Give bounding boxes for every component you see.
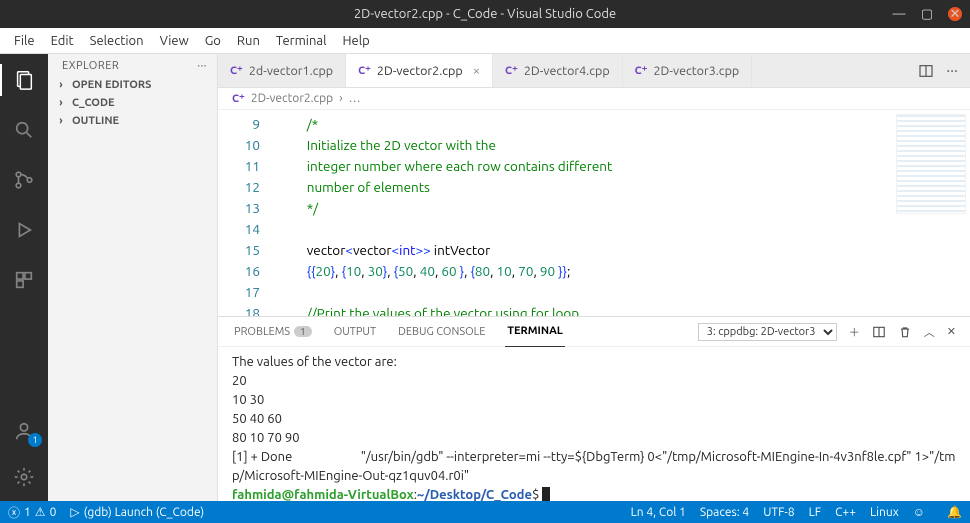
minimize-icon[interactable]: — — [892, 7, 906, 21]
search-icon[interactable] — [0, 112, 48, 148]
breadcrumb-tail: … — [349, 92, 361, 105]
run-debug-icon[interactable] — [0, 212, 48, 248]
breadcrumb[interactable]: C⁺ 2D-vector2.cpp › … — [218, 88, 970, 110]
close-tab-icon[interactable]: × — [473, 64, 480, 78]
editor-tab[interactable]: C⁺ 2D-vector2.cpp × — [346, 54, 493, 87]
editor-tab[interactable]: C⁺ 2D-vector4.cpp — [493, 54, 623, 87]
kill-terminal-icon[interactable] — [898, 325, 912, 339]
editor-tabs: C⁺ 2d-vector1.cpp C⁺ 2D-vector2.cpp × C⁺ 2D-ve… — [218, 54, 970, 88]
window-title: 2D-vector2.cpp - C_Code - Visual Studio … — [354, 7, 616, 21]
cpp-file-icon: C⁺ — [358, 64, 371, 77]
tab-problems[interactable]: PROBLEMS 1 — [232, 317, 314, 347]
chevron-right-icon: › — [54, 79, 68, 91]
source-control-icon[interactable] — [0, 162, 48, 198]
menu-terminal[interactable]: Terminal — [268, 34, 335, 48]
menu-view[interactable]: View — [152, 34, 197, 48]
account-icon[interactable]: 1 — [0, 413, 48, 449]
status-position[interactable]: Ln 4, Col 1 — [631, 506, 686, 519]
sidebar-more-icon[interactable]: ··· — [197, 60, 207, 72]
cpp-file-icon: C⁺ — [635, 64, 648, 77]
problems-count: 1 — [294, 326, 312, 337]
notifications-icon[interactable]: 🔔 — [947, 505, 962, 519]
maximize-panel-icon[interactable]: ︿ — [924, 324, 935, 340]
chevron-right-icon: › — [54, 115, 68, 127]
sidebar-title: EXPLORER — [62, 60, 119, 72]
status-spaces[interactable]: Spaces: 4 — [700, 506, 749, 519]
split-editor-icon[interactable] — [918, 63, 934, 79]
extensions-icon[interactable] — [0, 262, 48, 298]
status-encoding[interactable]: UTF-8 — [763, 506, 794, 519]
code-editor[interactable]: 910111213141516171819 /* Initialize the … — [218, 110, 970, 316]
tab-output[interactable]: OUTPUT — [332, 317, 378, 347]
terminal-cursor — [542, 487, 550, 501]
feedback-icon[interactable]: ☺ — [913, 505, 925, 519]
status-eol[interactable]: LF — [809, 506, 821, 519]
split-terminal-icon[interactable] — [872, 325, 886, 339]
activity-bar: 1 — [0, 54, 48, 501]
close-panel-icon[interactable]: ✕ — [947, 325, 956, 338]
status-errors[interactable]: ⓧ 1 ⚠ 0 — [8, 504, 56, 521]
sidebar-section[interactable]: ›C_CODE — [48, 94, 217, 112]
explorer-icon[interactable] — [0, 62, 48, 98]
status-os[interactable]: Linux — [870, 506, 899, 519]
cpp-file-icon: C⁺ — [505, 64, 518, 77]
bottom-panel: PROBLEMS 1 OUTPUT DEBUG CONSOLE TERMINAL… — [218, 316, 970, 501]
menu-bar: FileEditSelectionViewGoRunTerminalHelp — [0, 28, 970, 54]
menu-help[interactable]: Help — [334, 34, 377, 48]
tab-label: 2d-vector1.cpp — [249, 64, 333, 78]
file-icon: C⁺ — [232, 92, 245, 105]
tab-terminal[interactable]: TERMINAL — [505, 317, 564, 347]
status-bar: ⓧ 1 ⚠ 0 ▷ (gdb) Launch (C_Code) Ln 4, Co… — [0, 501, 970, 523]
code-content[interactable]: /* Initialize the 2D vector with the int… — [274, 110, 970, 316]
settings-gear-icon[interactable] — [0, 459, 48, 495]
editor-tab[interactable]: C⁺ 2d-vector1.cpp — [218, 54, 346, 87]
status-launch[interactable]: ▷ (gdb) Launch (C_Code) — [70, 505, 204, 519]
explorer-sidebar: EXPLORER ··· ›OPEN EDITORS›C_CODE›OUTLIN… — [48, 54, 218, 501]
tab-label: 2D-vector3.cpp — [653, 64, 739, 78]
chevron-right-icon: › — [54, 97, 68, 109]
menu-selection[interactable]: Selection — [82, 34, 152, 48]
cpp-file-icon: C⁺ — [230, 64, 243, 77]
window-titlebar: 2D-vector2.cpp - C_Code - Visual Studio … — [0, 0, 970, 28]
terminal-body[interactable]: The values of the vector are:2010 3050 4… — [218, 347, 970, 501]
new-terminal-icon[interactable]: ＋ — [849, 324, 860, 340]
breadcrumb-file: 2D-vector2.cpp — [251, 92, 333, 105]
tab-debug-console[interactable]: DEBUG CONSOLE — [396, 317, 487, 347]
tab-label: 2D-vector2.cpp — [377, 64, 463, 78]
menu-edit[interactable]: Edit — [43, 34, 82, 48]
line-gutter: 910111213141516171819 — [218, 110, 274, 316]
terminal-selector[interactable]: 3: cppdbg: 2D-vector3 — [698, 323, 837, 341]
menu-go[interactable]: Go — [197, 34, 229, 48]
sidebar-section[interactable]: ›OUTLINE — [48, 112, 217, 130]
close-icon[interactable]: ✕ — [948, 7, 962, 21]
maximize-icon[interactable]: ▢ — [920, 7, 934, 21]
sidebar-section[interactable]: ›OPEN EDITORS — [48, 76, 217, 94]
editor-tab[interactable]: C⁺ 2D-vector3.cpp — [623, 54, 753, 87]
menu-run[interactable]: Run — [229, 34, 268, 48]
chevron-right-icon: › — [339, 92, 342, 105]
account-badge: 1 — [28, 433, 42, 447]
menu-file[interactable]: File — [6, 34, 43, 48]
status-language[interactable]: C++ — [835, 506, 856, 519]
tab-label: 2D-vector4.cpp — [524, 64, 610, 78]
more-actions-icon[interactable]: ··· — [946, 62, 958, 80]
minimap[interactable] — [896, 114, 966, 214]
